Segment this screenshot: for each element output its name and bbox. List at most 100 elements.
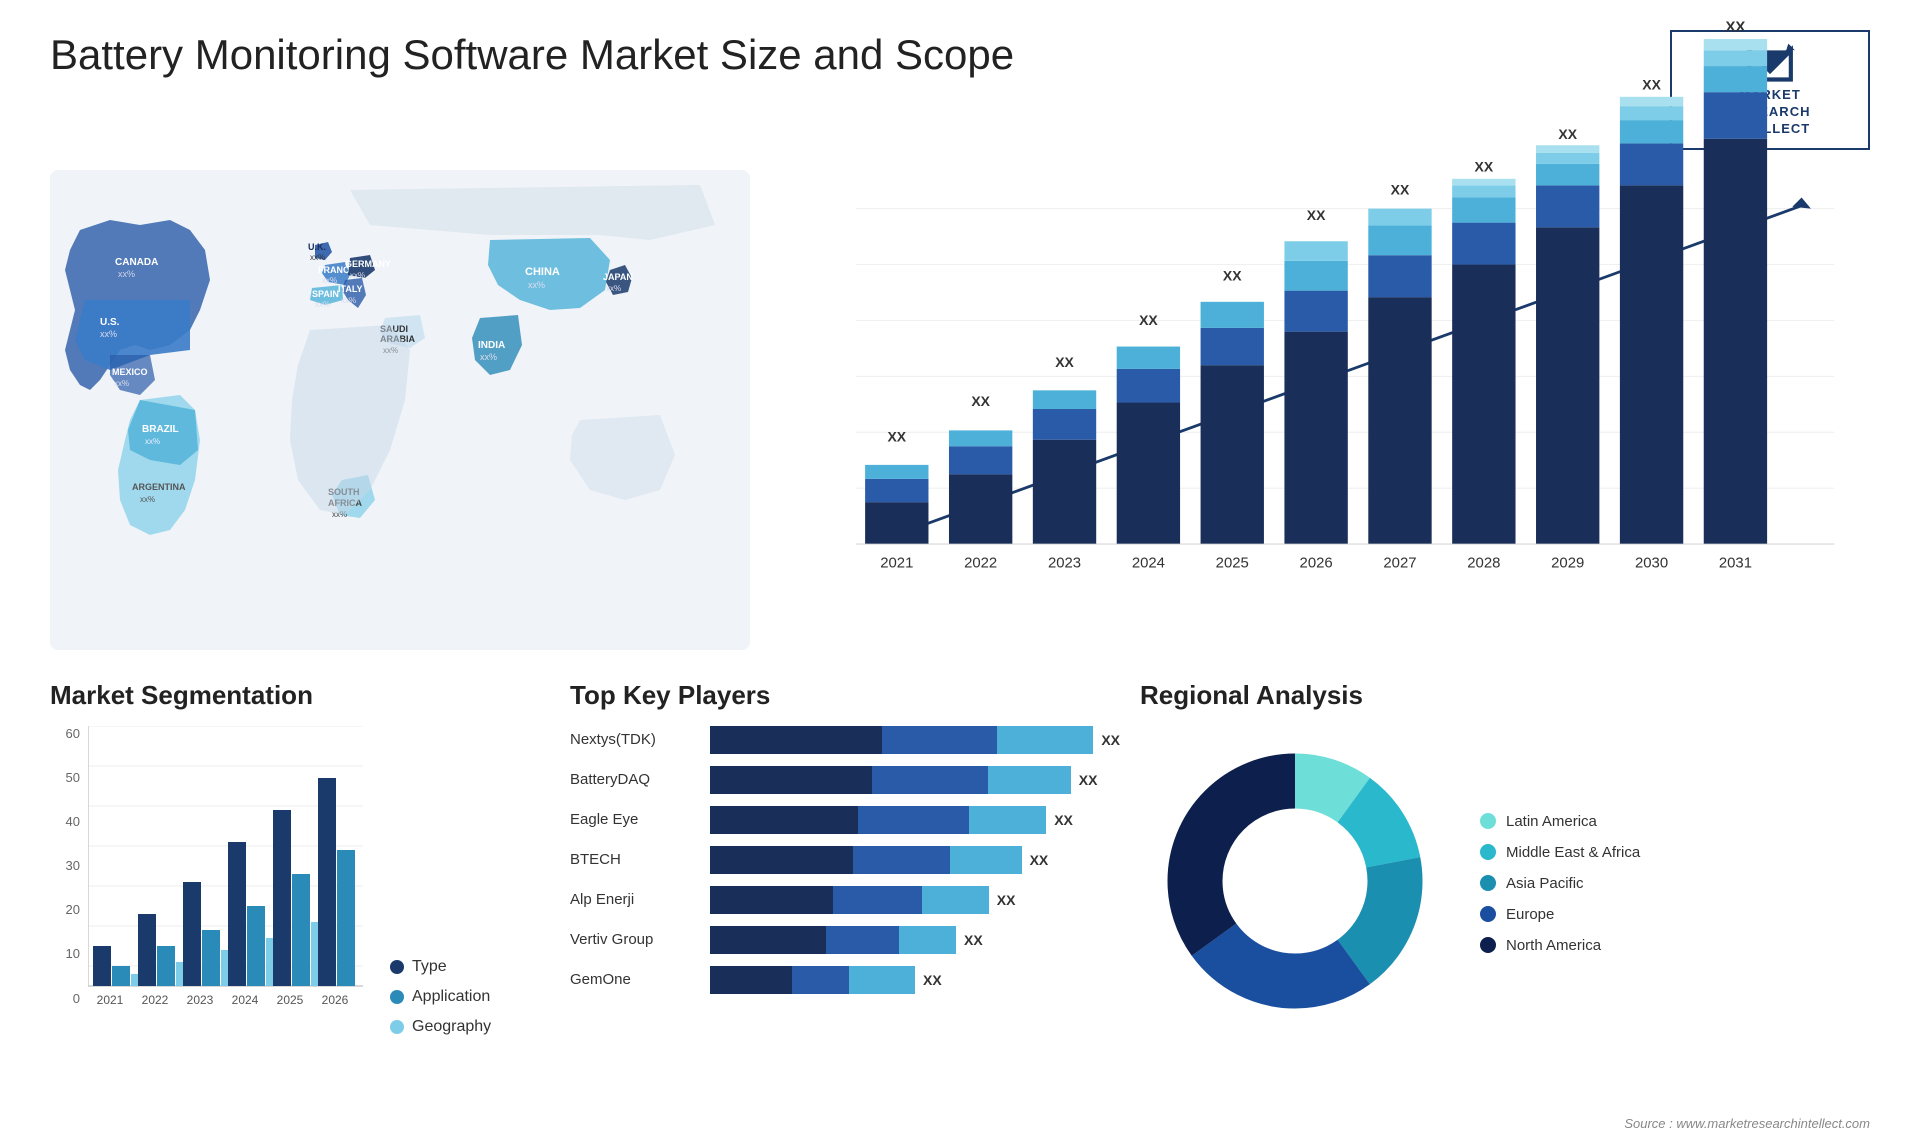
svg-text:XX: XX — [1223, 267, 1242, 283]
legend-asia-pacific: Asia Pacific — [1480, 875, 1640, 892]
svg-text:XX: XX — [1139, 312, 1158, 328]
svg-text:xx%: xx% — [528, 280, 545, 290]
player-row: BTECH XX — [570, 846, 1120, 874]
player-bar-wrap: XX — [710, 806, 1120, 834]
svg-text:2026: 2026 — [1300, 555, 1333, 571]
seg-legend: Type Application Geography — [390, 938, 491, 1036]
player-bar-wrap: XX — [710, 966, 1120, 994]
svg-text:ITALY: ITALY — [338, 284, 363, 294]
legend-geography-dot — [390, 1020, 404, 1034]
player-name: BTECH — [570, 851, 700, 868]
svg-text:INDIA: INDIA — [478, 340, 505, 351]
player-bar-wrap: XX — [710, 926, 1120, 954]
segmentation-title: Market Segmentation — [50, 680, 550, 711]
player-row: GemOne XX — [570, 966, 1120, 994]
seg-chart-svg: 2021 2022 2023 2024 2025 2026 — [88, 726, 363, 1036]
legend-application: Application — [390, 988, 491, 1006]
svg-text:2025: 2025 — [1216, 555, 1249, 571]
player-xx: XX — [1079, 772, 1098, 788]
player-name: Alp Enerji — [570, 891, 700, 908]
donut-area: Latin America Middle East & Africa Asia … — [1140, 726, 1870, 1041]
svg-text:2021: 2021 — [97, 993, 124, 1007]
player-xx: XX — [997, 892, 1016, 908]
player-xx: XX — [1101, 732, 1120, 748]
legend-type-label: Type — [412, 958, 447, 976]
svg-text:xx%: xx% — [100, 329, 117, 339]
svg-text:U.S.: U.S. — [100, 317, 120, 328]
svg-text:2029: 2029 — [1551, 555, 1584, 571]
legend-europe: Europe — [1480, 906, 1640, 923]
players-list: Nextys(TDK) XX BatteryDAQ — [570, 726, 1120, 994]
svg-text:BRAZIL: BRAZIL — [142, 424, 179, 435]
regional-legend: Latin America Middle East & Africa Asia … — [1480, 813, 1640, 954]
svg-text:2021: 2021 — [880, 555, 913, 571]
map-container: CANADA xx% U.S. xx% MEXICO xx% BRAZIL xx… — [50, 170, 750, 650]
legend-asia-pacific-dot — [1480, 875, 1496, 891]
page-title: Battery Monitoring Software Market Size … — [50, 30, 1014, 80]
player-row: Vertiv Group XX — [570, 926, 1120, 954]
player-name: BatteryDAQ — [570, 771, 700, 788]
player-bar — [710, 886, 989, 914]
legend-type-dot — [390, 960, 404, 974]
legend-application-dot — [390, 990, 404, 1004]
svg-text:XX: XX — [1558, 125, 1577, 141]
legend-north-america-dot — [1480, 937, 1496, 953]
player-row: Nextys(TDK) XX — [570, 726, 1120, 754]
bar-chart-container: XX 2021 XX 2022 XX 2023 — [780, 170, 1870, 650]
regional-title: Regional Analysis — [1140, 680, 1870, 711]
svg-text:2031: 2031 — [1719, 555, 1752, 571]
svg-text:xx%: xx% — [310, 253, 325, 262]
svg-text:xx%: xx% — [606, 284, 621, 293]
svg-text:2022: 2022 — [964, 555, 997, 571]
svg-text:ARGENTINA: ARGENTINA — [132, 482, 186, 492]
player-row: Eagle Eye XX — [570, 806, 1120, 834]
players-title: Top Key Players — [570, 680, 1120, 711]
player-bar-wrap: XX — [710, 886, 1120, 914]
svg-text:xx%: xx% — [140, 495, 155, 504]
player-bar-wrap: XX — [710, 726, 1120, 754]
svg-text:xx%: xx% — [114, 379, 129, 388]
legend-latin-america-label: Latin America — [1506, 813, 1597, 830]
svg-text:2024: 2024 — [1132, 555, 1165, 571]
top-section: CANADA xx% U.S. xx% MEXICO xx% BRAZIL xx… — [50, 170, 1870, 650]
svg-text:XX: XX — [1642, 76, 1661, 92]
svg-text:xx%: xx% — [341, 296, 356, 305]
player-row: BatteryDAQ XX — [570, 766, 1120, 794]
svg-text:CHINA: CHINA — [525, 266, 560, 278]
player-bar — [710, 806, 1046, 834]
legend-mea-label: Middle East & Africa — [1506, 844, 1640, 861]
page: Battery Monitoring Software Market Size … — [0, 0, 1920, 1146]
svg-text:2028: 2028 — [1467, 555, 1500, 571]
svg-text:SPAIN: SPAIN — [312, 289, 339, 299]
player-bar — [710, 846, 1022, 874]
svg-text:2025: 2025 — [277, 993, 304, 1007]
bottom-section: Market Segmentation 60 50 40 30 20 10 0 — [50, 680, 1870, 1100]
legend-latin-america-dot — [1480, 813, 1496, 829]
player-bar — [710, 966, 915, 994]
player-xx: XX — [964, 932, 983, 948]
svg-text:2023: 2023 — [1048, 555, 1081, 571]
player-name: Eagle Eye — [570, 811, 700, 828]
legend-mea: Middle East & Africa — [1480, 844, 1640, 861]
svg-text:MEXICO: MEXICO — [112, 367, 148, 377]
bar-y-axis — [780, 180, 835, 600]
segmentation-panel: Market Segmentation 60 50 40 30 20 10 0 — [50, 680, 550, 1100]
player-bar — [710, 766, 1071, 794]
logo: MARKET RESEARCH INTELLECT — [1670, 30, 1870, 150]
player-name: GemOne — [570, 971, 700, 988]
main-bar-chart: XX 2021 XX 2022 XX 2023 — [840, 190, 1850, 600]
svg-text:XX: XX — [1725, 19, 1745, 35]
seg-bars-container: 60 50 40 30 20 10 0 — [50, 726, 370, 1036]
seg-y-labels: 60 50 40 30 20 10 0 — [50, 726, 85, 1006]
legend-mea-dot — [1480, 844, 1496, 860]
svg-text:xx%: xx% — [315, 300, 330, 309]
legend-north-america-label: North America — [1506, 937, 1601, 954]
seg-chart-area: 60 50 40 30 20 10 0 — [50, 726, 550, 1036]
legend-europe-label: Europe — [1506, 906, 1554, 923]
player-xx: XX — [1030, 852, 1049, 868]
legend-asia-pacific-label: Asia Pacific — [1506, 875, 1584, 892]
player-xx: XX — [923, 972, 942, 988]
svg-text:XX: XX — [971, 393, 990, 409]
svg-text:XX: XX — [1391, 181, 1410, 197]
svg-text:2030: 2030 — [1635, 555, 1668, 571]
